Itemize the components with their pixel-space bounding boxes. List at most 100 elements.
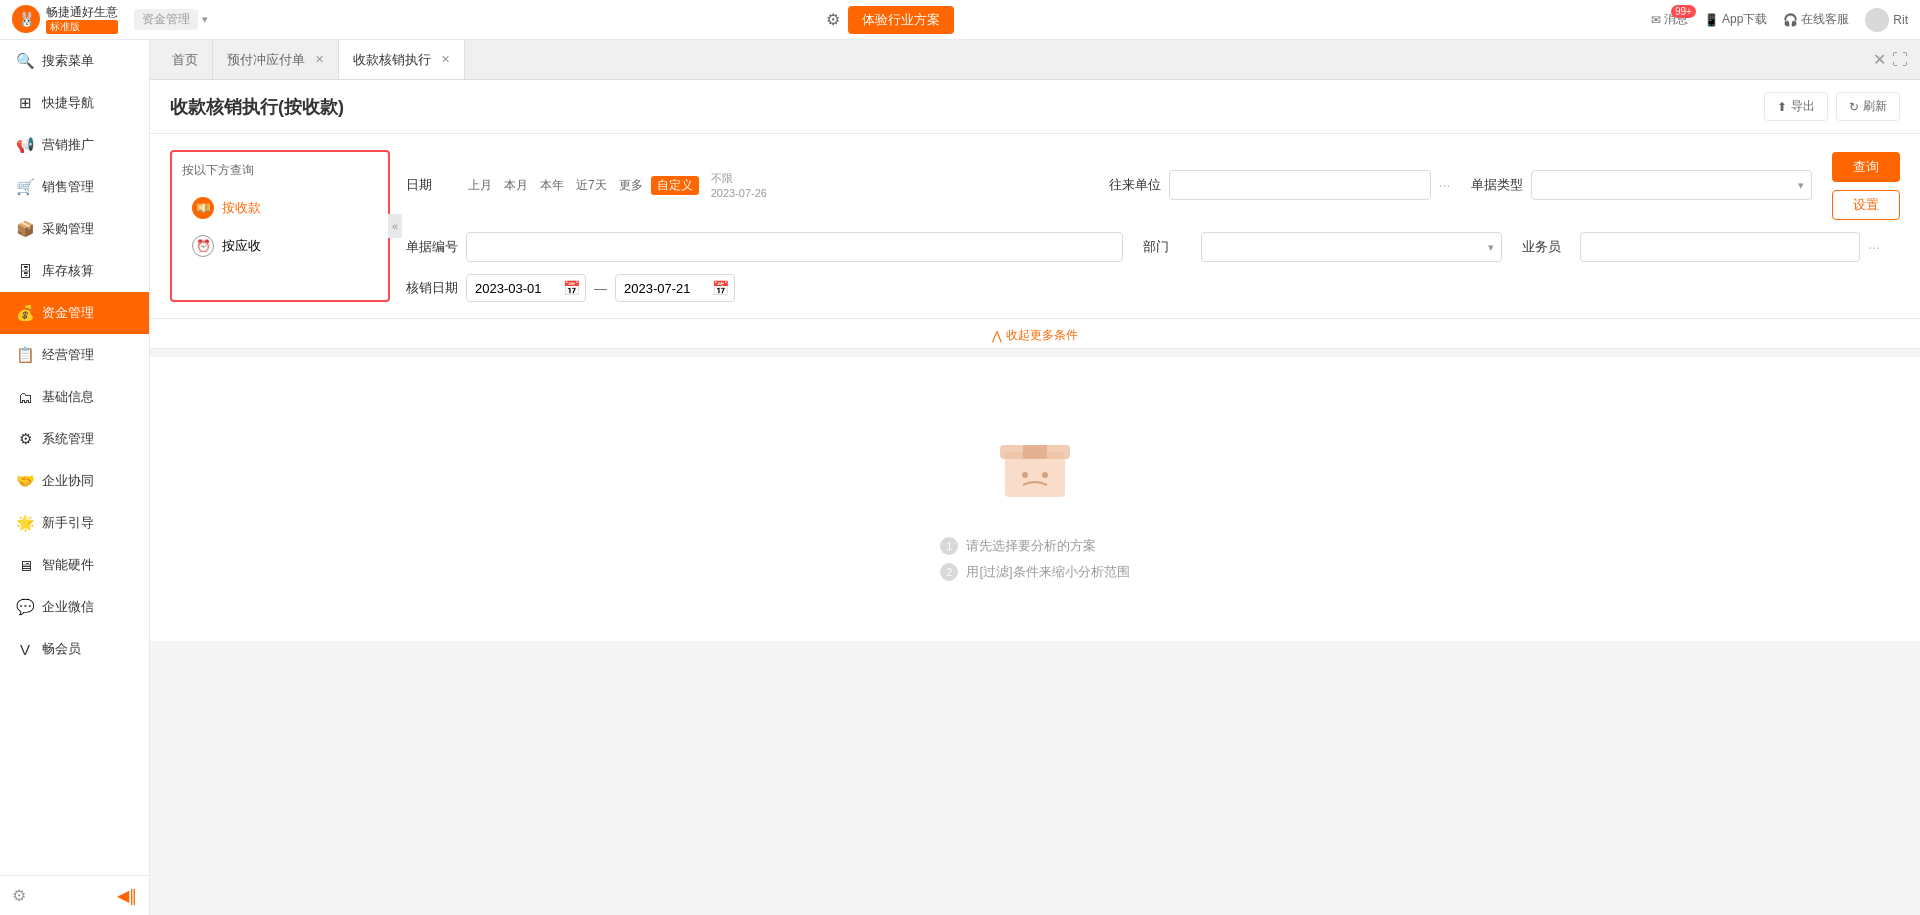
cart-icon: 🛒 xyxy=(16,178,34,196)
query-type-by-receivable[interactable]: ⏰ 按应收 xyxy=(182,227,378,265)
counterparty-input[interactable] xyxy=(1169,170,1431,200)
tab-receipt-verify-label: 收款核销执行 xyxy=(353,51,431,69)
sidebar-item-basic-info[interactable]: 🗂 基础信息 xyxy=(0,376,149,418)
sidebar-item-purchase[interactable]: 📦 采购管理 xyxy=(0,208,149,250)
salesperson-input[interactable] xyxy=(1580,232,1861,262)
sidebar-item-newbie[interactable]: 🌟 新手引导 xyxy=(0,502,149,544)
counterparty-label: 往来单位 xyxy=(1109,176,1161,194)
sidebar-item-enterprise[interactable]: 🤝 企业协同 xyxy=(0,460,149,502)
sidebar-item-system[interactable]: ⚙ 系统管理 xyxy=(0,418,149,460)
verify-date-cell: 核销日期 2023-03-01 📅 — 2023-07-21 📅 xyxy=(406,274,1840,302)
export-btn[interactable]: ⬆ 导出 xyxy=(1764,92,1828,121)
date-this-year[interactable]: 本年 xyxy=(536,176,568,195)
system-icon: ⚙ xyxy=(16,430,34,448)
verify-date-start-input[interactable]: 2023-03-01 xyxy=(466,274,586,302)
refresh-btn[interactable]: ↻ 刷新 xyxy=(1836,92,1900,121)
collapse-more-row: ⋀ 收起更多条件 xyxy=(150,319,1920,349)
salesperson-dots[interactable]: ··· xyxy=(1868,239,1880,255)
tab-receipt-verify[interactable]: 收款核销执行 ✕ xyxy=(339,40,465,79)
date-last-month[interactable]: 上月 xyxy=(464,176,496,195)
settings-bottom-icon[interactable]: ⚙ xyxy=(12,886,26,905)
content-area: 首页 预付冲应付单 ✕ 收款核销执行 ✕ ✕ ⛶ 收款核销执行(按收款) xyxy=(150,40,1920,915)
sidebar-item-hardware[interactable]: 🖥 智能硬件 xyxy=(0,544,149,586)
sidebar-item-operation[interactable]: 📋 经营管理 xyxy=(0,334,149,376)
verify-date-label: 核销日期 xyxy=(406,279,458,297)
wechat-icon: 💬 xyxy=(16,598,34,616)
collapse-more-btn[interactable]: ⋀ 收起更多条件 xyxy=(992,327,1078,344)
star-icon: 🌟 xyxy=(16,514,34,532)
message-icon: ✉ xyxy=(1651,13,1661,27)
folder-icon: 🗂 xyxy=(16,389,34,406)
sidebar-item-quick-nav[interactable]: ⊞ 快捷导航 xyxy=(0,82,149,124)
voucher-no-input[interactable] xyxy=(466,232,1123,262)
tab-prepay-label: 预付冲应付单 xyxy=(227,51,305,69)
collapse-panel-arrow[interactable]: « xyxy=(388,214,402,238)
sidebar-item-sales[interactable]: 🛒 销售管理 xyxy=(0,166,149,208)
clipboard-icon: 📋 xyxy=(16,346,34,364)
verify-date-end-wrapper: 2023-07-21 📅 xyxy=(615,274,735,302)
date-more[interactable]: 更多 xyxy=(615,176,647,195)
date-this-month[interactable]: 本月 xyxy=(500,176,532,195)
app-name: 畅捷通好生意 xyxy=(46,5,118,19)
voucher-type-select-wrapper: ▾ xyxy=(1531,170,1813,200)
avatar xyxy=(1865,8,1889,32)
vip-icon: V xyxy=(16,641,34,658)
tab-fullscreen-icon[interactable]: ⛶ xyxy=(1892,51,1908,69)
voucher-no-cell: 单据编号 xyxy=(406,232,1123,262)
salesperson-label: 业务员 xyxy=(1522,238,1572,256)
voucher-type-cell: 单据类型 ▾ xyxy=(1471,170,1813,200)
message-btn[interactable]: ✉ 消息 99+ xyxy=(1651,11,1688,28)
export-icon: ⬆ xyxy=(1777,100,1787,114)
verify-date-end-input[interactable]: 2023-07-21 xyxy=(615,274,735,302)
tip-num-1: 1 xyxy=(940,537,958,555)
date-separator: — xyxy=(594,281,607,296)
sidebar-collapse-btn[interactable]: ◀‖ xyxy=(117,886,137,905)
money-icon: 💰 xyxy=(16,304,34,322)
tab-prepay-close[interactable]: ✕ xyxy=(315,53,324,66)
home-tab-label: 首页 xyxy=(172,51,198,69)
tab-close-all-icon[interactable]: ✕ xyxy=(1873,50,1886,69)
counterparty-dots[interactable]: ··· xyxy=(1439,177,1451,193)
tab-home[interactable]: 首页 xyxy=(158,40,213,79)
sidebar-item-search[interactable]: 🔍 搜索菜单 xyxy=(0,40,149,82)
page-actions: ⬆ 导出 ↻ 刷新 xyxy=(1764,92,1900,121)
page-title-row: 收款核销执行(按收款) ⬆ 导出 ↻ 刷新 xyxy=(170,92,1900,121)
filter-row-2: 单据编号 部门 ▾ 业务员 xyxy=(406,232,1900,262)
grid-icon: ⊞ xyxy=(16,94,34,112)
empty-illustration xyxy=(985,417,1085,517)
right-tools: ✉ 消息 99+ 📱 App下载 🎧 在线客服 Rit xyxy=(1651,8,1908,32)
svg-point-3 xyxy=(1022,472,1028,478)
online-service-btn[interactable]: 🎧 在线客服 xyxy=(1783,11,1849,28)
sidebar-bottom: ⚙ ◀‖ xyxy=(0,875,149,915)
query-type-panel: 按以下方查询 💴 按收款 ⏰ 按应收 « xyxy=(170,150,390,302)
query-type-by-receipt[interactable]: 💴 按收款 xyxy=(182,189,378,227)
query-btn[interactable]: 查询 xyxy=(1832,152,1900,182)
date-shortcuts: 上月 本月 本年 近7天 更多 自定义 xyxy=(464,176,699,195)
sidebar-item-member[interactable]: V 畅会员 xyxy=(0,628,149,670)
tab-bar-right: ✕ ⛶ xyxy=(1873,50,1912,69)
tab-prepay[interactable]: 预付冲应付单 ✕ xyxy=(213,40,339,79)
app-download-btn[interactable]: 📱 App下载 xyxy=(1704,11,1767,28)
industry-btn[interactable]: 体验行业方案 xyxy=(848,6,954,34)
receipt-icon: 💴 xyxy=(192,197,214,219)
user-area[interactable]: Rit xyxy=(1865,8,1908,32)
sidebar-item-wechat[interactable]: 💬 企业微信 xyxy=(0,586,149,628)
query-type-label: 按以下方查询 xyxy=(182,162,378,179)
tip-num-2: 2 xyxy=(940,563,958,581)
settings-btn[interactable]: 设置 xyxy=(1832,190,1900,220)
date-7days[interactable]: 近7天 xyxy=(572,176,611,195)
department-select-wrapper: ▾ xyxy=(1201,232,1502,262)
filter-actions: 查询 设置 xyxy=(1832,150,1900,220)
sidebar-item-marketing[interactable]: 📢 营销推广 xyxy=(0,124,149,166)
voucher-type-select[interactable] xyxy=(1531,170,1813,200)
gear-icon[interactable]: ⚙ xyxy=(826,10,840,29)
sidebar-item-capital[interactable]: 💰 资金管理 xyxy=(0,292,149,334)
department-select[interactable] xyxy=(1201,232,1502,262)
sidebar-item-inventory[interactable]: 🗄 库存核算 xyxy=(0,250,149,292)
tab-receipt-verify-close[interactable]: ✕ xyxy=(441,53,450,66)
page-header: 收款核销执行(按收款) ⬆ 导出 ↻ 刷新 xyxy=(150,80,1920,134)
date-custom[interactable]: 自定义 xyxy=(651,176,699,195)
voucher-type-label: 单据类型 xyxy=(1471,176,1523,194)
empty-tip-1: 1 请先选择要分析的方案 xyxy=(940,537,1129,555)
edition-badge: 标准版 xyxy=(46,20,118,34)
